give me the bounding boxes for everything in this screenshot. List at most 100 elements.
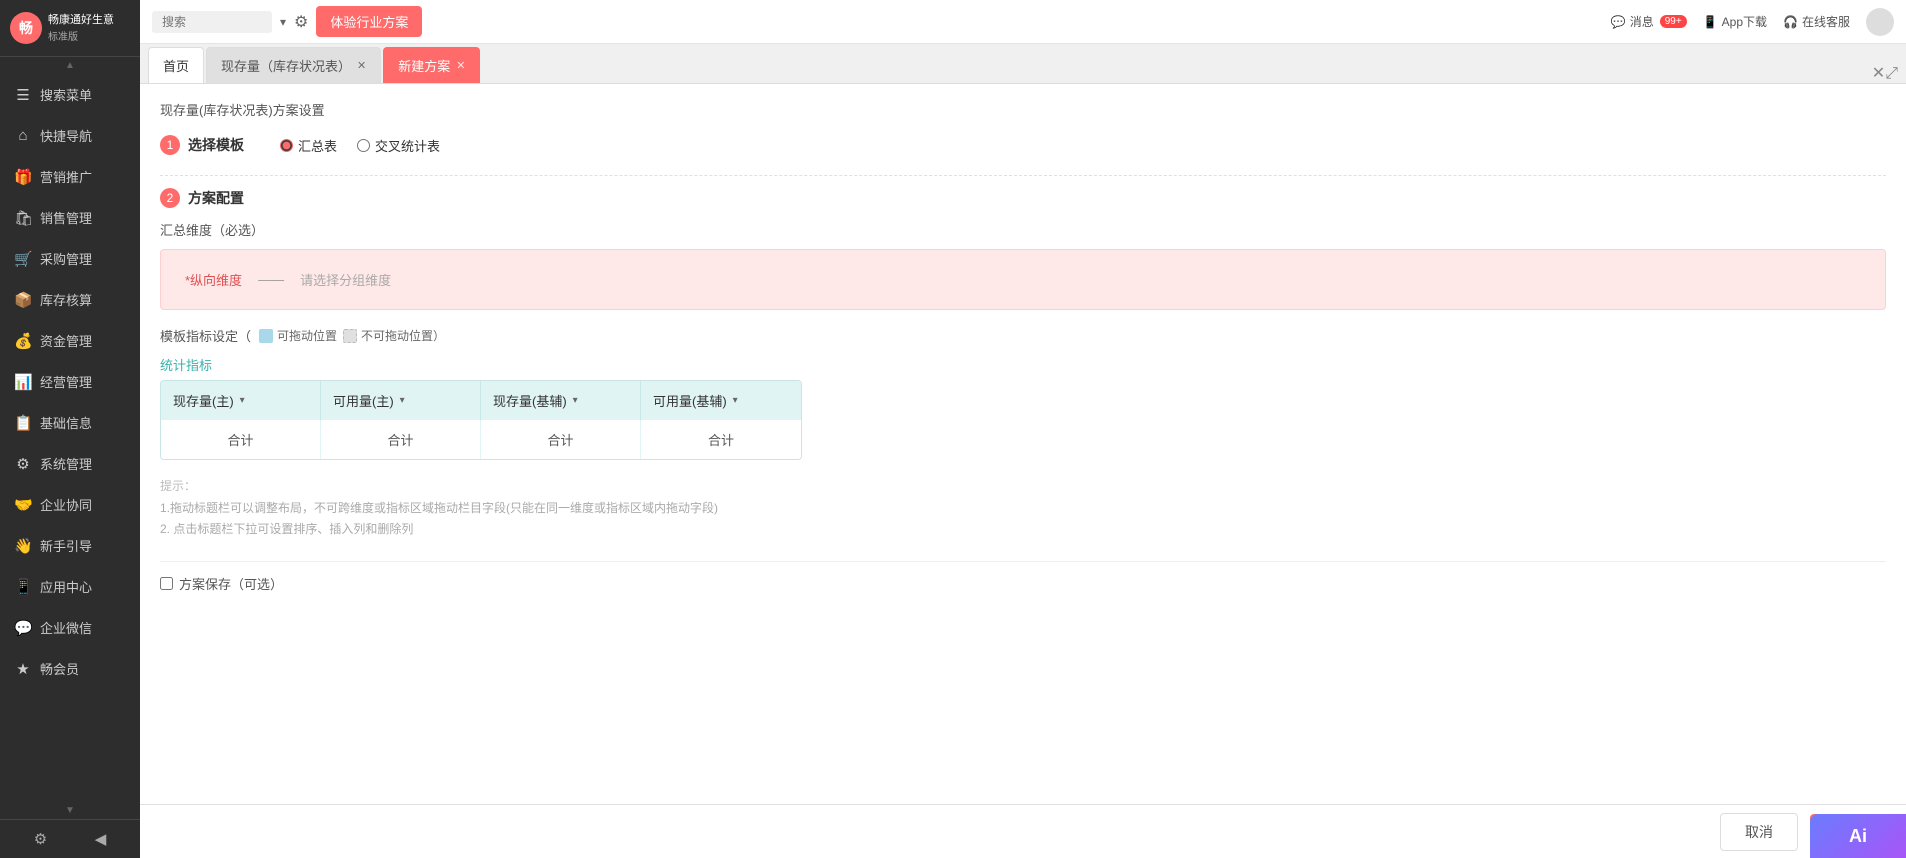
sidebar-item-ops[interactable]: 📊 经营管理 xyxy=(0,361,140,402)
sidebar-item-purchase[interactable]: 🛒 采购管理 xyxy=(0,238,140,279)
download-icon: 📱 xyxy=(1703,15,1718,29)
sidebar-item-label: 搜索菜单 xyxy=(40,85,92,104)
app-name: 畅康通好生意 xyxy=(48,13,114,27)
sidebar-item-sys-mgmt[interactable]: ⚙ 系统管理 xyxy=(0,443,140,484)
topbar-dropdown-btn[interactable]: ▾ xyxy=(280,15,286,29)
close-panel-btn[interactable]: ✕ xyxy=(1872,63,1885,83)
finance-icon: 💰 xyxy=(14,332,32,350)
messages-badge: 99+ xyxy=(1660,15,1687,28)
col-header-3[interactable]: 可用量(基辅) ▾ xyxy=(641,381,801,420)
col-chevron-2[interactable]: ▾ xyxy=(573,395,578,406)
col-chevron-3[interactable]: ▾ xyxy=(733,395,738,406)
sidebar-item-label: 基础信息 xyxy=(40,413,92,432)
col-chevron-0[interactable]: ▾ xyxy=(240,395,245,406)
section-plan-config: 2 方案配置 汇总维度（必选） *纵向维度 —— 请选择分组维度 模板指标设定（ xyxy=(160,188,1886,541)
dimension-separator: —— xyxy=(258,272,284,287)
sidebar-item-search-menu[interactable]: ☰ 搜索菜单 xyxy=(0,74,140,115)
col-chevron-1[interactable]: ▾ xyxy=(400,395,405,406)
tab-new-plan-close-icon[interactable]: ✕ xyxy=(456,59,465,72)
home-icon: ⌂ xyxy=(14,127,32,144)
template-cross-option[interactable]: 交叉统计表 xyxy=(357,136,440,155)
sidebar-item-label: 应用中心 xyxy=(40,577,92,596)
tip-1: 1.拖动标题栏可以调整布局，不可跨维度或指标区域拖动栏目字段(只能在同一维度或指… xyxy=(160,498,1886,520)
save-option-checkbox[interactable] xyxy=(160,577,173,590)
tab-inventory-status-close-icon[interactable]: ✕ xyxy=(357,59,366,72)
sidebar-item-marketing[interactable]: 🎁 营销推广 xyxy=(0,156,140,197)
tips-section: 提示： 1.拖动标题栏可以调整布局，不可跨维度或指标区域拖动栏目字段(只能在同一… xyxy=(160,476,1886,541)
indicator-table-header: 现存量(主) ▾ 可用量(主) ▾ 现存量(基辅) ▾ 可用量(基辅) xyxy=(161,381,801,420)
sidebar-item-quick-nav[interactable]: ⌂ 快捷导航 xyxy=(0,115,140,156)
tab-home-label: 首页 xyxy=(163,56,189,75)
basic-info-icon: 📋 xyxy=(14,414,32,432)
tab-home[interactable]: 首页 xyxy=(148,47,204,83)
wechat-icon: 💬 xyxy=(14,619,32,637)
topbar-right: 💬 消息 99+ 📱 App下载 🎧 在线客服 xyxy=(1611,8,1894,36)
member-icon: ★ xyxy=(14,660,32,678)
topbar-search-input[interactable] xyxy=(152,11,272,33)
cancel-button[interactable]: 取消 xyxy=(1720,813,1798,851)
user-avatar[interactable] xyxy=(1866,8,1894,36)
sidebar-item-enterprise-wechat[interactable]: 💬 企业微信 xyxy=(0,607,140,648)
col-header-2[interactable]: 现存量(基辅) ▾ xyxy=(481,381,641,420)
sidebar-item-label: 企业微信 xyxy=(40,618,92,637)
guide-icon: 👋 xyxy=(14,537,32,555)
col-header-1[interactable]: 可用量(主) ▾ xyxy=(321,381,481,420)
sidebar-collapse-btn[interactable]: ◀ xyxy=(95,830,107,848)
app-download-item[interactable]: 📱 App下载 xyxy=(1703,13,1767,30)
sidebar-item-enterprise[interactable]: 🤝 企业协同 xyxy=(0,484,140,525)
topbar-gear-icon[interactable]: ⚙ xyxy=(294,12,308,32)
template-cross-label: 交叉统计表 xyxy=(375,136,440,155)
sidebar-item-basic-info[interactable]: 📋 基础信息 xyxy=(0,402,140,443)
sidebar-settings-btn[interactable]: ⚙ xyxy=(34,830,47,848)
col-header-label-1: 可用量(主) xyxy=(333,391,394,410)
sidebar-item-app-center[interactable]: 📱 应用中心 xyxy=(0,566,140,607)
online-service-item[interactable]: 🎧 在线客服 xyxy=(1783,13,1850,30)
sidebar-item-finance[interactable]: 💰 资金管理 xyxy=(0,320,140,361)
content-area: 现存量(库存状况表)方案设置 1 选择模板 汇总表 交叉统计表 xyxy=(140,84,1906,804)
sidebar-item-label: 系统管理 xyxy=(40,454,92,473)
save-option-label: 方案保存（可选） xyxy=(179,574,283,593)
tab-inventory-status[interactable]: 现存量（库存状况表） ✕ xyxy=(206,47,381,83)
scroll-up-indicator[interactable]: ▲ xyxy=(0,57,140,74)
template-cross-radio[interactable] xyxy=(357,139,370,152)
logo-icon: 畅 xyxy=(10,12,42,44)
tip-2: 2. 点击标题栏下拉可设置排序、插入列和删除列 xyxy=(160,519,1886,541)
section1-number: 1 xyxy=(160,135,180,155)
expand-panel-btn[interactable]: ⤢ xyxy=(1885,65,1898,83)
tab-new-plan[interactable]: 新建方案 ✕ xyxy=(383,47,480,83)
section-divider xyxy=(160,175,1886,176)
sidebar-item-new-guide[interactable]: 👋 新手引导 xyxy=(0,525,140,566)
section-select-template: 1 选择模板 汇总表 交叉统计表 xyxy=(160,135,1886,155)
section1-title: 选择模板 xyxy=(188,135,244,155)
sidebar-item-inventory[interactable]: 📦 库存核算 xyxy=(0,279,140,320)
sidebar-item-label: 资金管理 xyxy=(40,331,92,350)
vertical-dimension-label: *纵向维度 xyxy=(185,270,242,289)
col-header-0[interactable]: 现存量(主) ▾ xyxy=(161,381,321,420)
messages-label: 消息 xyxy=(1630,13,1654,30)
sidebar: 畅 畅康通好生意 标准版 ▲ ☰ 搜索菜单 ⌂ 快捷导航 🎁 营销推广 🛍 销售… xyxy=(0,0,140,858)
sidebar-item-label: 营销推广 xyxy=(40,167,92,186)
ai-badge[interactable]: Ai xyxy=(1810,814,1906,858)
not-draggable-legend-icon xyxy=(343,329,357,343)
sidebar-item-label: 采购管理 xyxy=(40,249,92,268)
draggable-legend-icon xyxy=(259,329,273,343)
trial-industry-plan-button[interactable]: 体验行业方案 xyxy=(316,6,422,37)
main-area: ▾ ⚙ 体验行业方案 💬 消息 99+ 📱 App下载 🎧 在线客服 首页 xyxy=(140,0,1906,858)
col-header-label-3: 可用量(基辅) xyxy=(653,391,727,410)
sidebar-item-member[interactable]: ★ 畅会员 xyxy=(0,648,140,689)
messages-item[interactable]: 💬 消息 99+ xyxy=(1611,13,1687,30)
summary-dimension-label: 汇总维度（必选） xyxy=(160,220,1886,239)
dimension-placeholder: 请选择分组维度 xyxy=(300,270,391,289)
app-logo: 畅 畅康通好生意 标准版 xyxy=(0,0,140,57)
dimension-config-box: *纵向维度 —— 请选择分组维度 xyxy=(160,249,1886,310)
col-header-label-2: 现存量(基辅) xyxy=(493,391,567,410)
sidebar-item-label: 企业协同 xyxy=(40,495,92,514)
service-icon: 🎧 xyxy=(1783,15,1798,29)
tab-inventory-status-label: 现存量（库存状况表） xyxy=(221,56,351,75)
sidebar-item-sales[interactable]: 🛍 销售管理 xyxy=(0,197,140,238)
inventory-icon: 📦 xyxy=(14,291,32,309)
sales-icon: 🛍 xyxy=(14,209,32,227)
template-summary-radio[interactable] xyxy=(280,139,293,152)
scroll-down-indicator[interactable]: ▼ xyxy=(0,802,140,819)
template-summary-option[interactable]: 汇总表 xyxy=(280,136,337,155)
